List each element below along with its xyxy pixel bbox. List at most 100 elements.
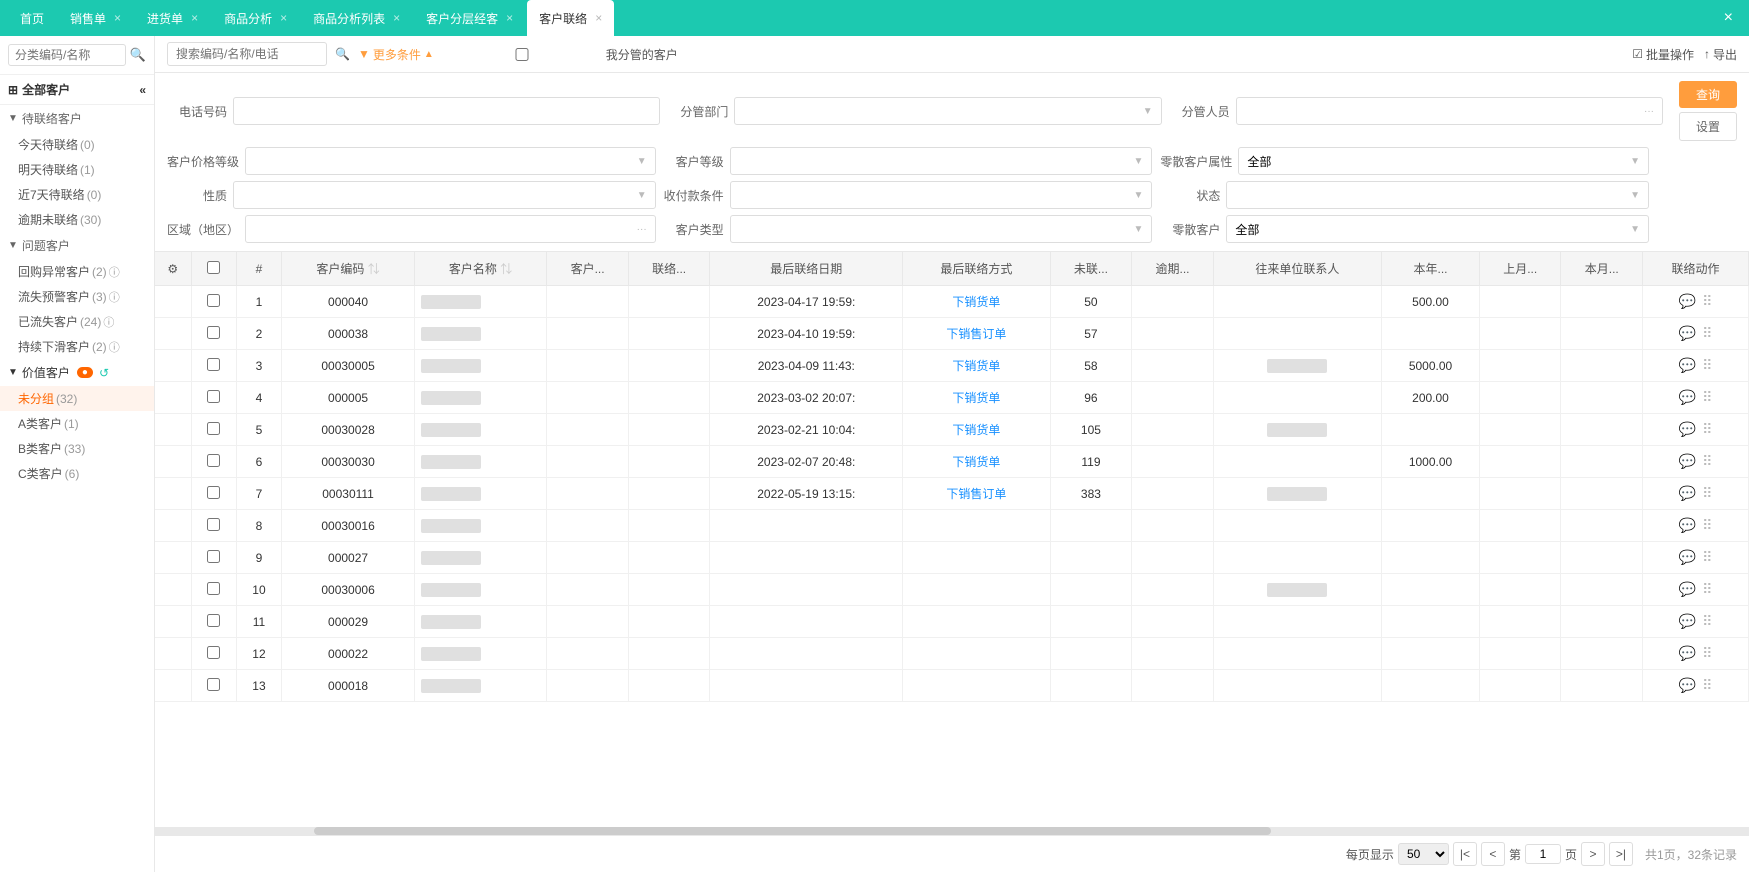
contact-type-link[interactable]: 下销售订单 (946, 327, 1006, 341)
payment-select[interactable]: ▼ (730, 181, 1153, 209)
row-last-contact-type[interactable]: 下销售订单 (903, 478, 1050, 510)
region-select[interactable]: ··· (245, 215, 656, 243)
contact-icon[interactable]: 💬 (1679, 485, 1696, 502)
close-analysis-list-tab[interactable]: × (393, 11, 400, 25)
row-checkbox[interactable] (191, 542, 236, 574)
more-icon[interactable]: ⠿ (1702, 613, 1712, 630)
row-last-contact-type[interactable] (903, 638, 1050, 670)
close-customer-contact-tab[interactable]: × (595, 11, 602, 25)
phone-input[interactable] (233, 97, 660, 125)
col-code[interactable]: 客户编码 ⇅ (282, 252, 415, 286)
sidebar-item-declining[interactable]: 持续下滑客户 (2) ⓘ (0, 334, 154, 359)
page-size-select[interactable]: 50 20 100 (1398, 843, 1449, 865)
row-checkbox[interactable] (191, 638, 236, 670)
sidebar-search-input[interactable] (8, 44, 126, 66)
row-checkbox[interactable] (191, 286, 236, 318)
more-icon[interactable]: ⠿ (1702, 453, 1712, 470)
sidebar-group-pending[interactable]: ▼ 待联络客户 (0, 105, 154, 132)
sidebar-group-problem[interactable]: ▼ 问题客户 (0, 232, 154, 259)
more-icon[interactable]: ⠿ (1702, 293, 1712, 310)
row-last-contact-type[interactable] (903, 606, 1050, 638)
contact-icon[interactable]: 💬 (1679, 421, 1696, 438)
row-last-contact-type[interactable] (903, 510, 1050, 542)
more-icon[interactable]: ⠿ (1702, 677, 1712, 694)
query-button[interactable]: 查询 (1679, 81, 1737, 108)
row-last-contact-type[interactable] (903, 670, 1050, 702)
row-select-checkbox[interactable] (207, 358, 220, 371)
row-checkbox[interactable] (191, 478, 236, 510)
row-checkbox[interactable] (191, 670, 236, 702)
row-select-checkbox[interactable] (207, 582, 220, 595)
next-page-btn[interactable]: > (1581, 842, 1605, 866)
sidebar-item-overdue-pending[interactable]: 逾期未联络 (30) (0, 207, 154, 232)
more-icon[interactable]: ⠿ (1702, 645, 1712, 662)
row-select-checkbox[interactable] (207, 646, 220, 659)
row-checkbox[interactable] (191, 574, 236, 606)
nav-tab-customer-segment[interactable]: 客户分层经客 × (414, 0, 525, 36)
more-icon[interactable]: ⠿ (1702, 389, 1712, 406)
row-select-checkbox[interactable] (207, 614, 220, 627)
nav-tab-analysis[interactable]: 商品分析 × (212, 0, 299, 36)
row-checkbox[interactable] (191, 350, 236, 382)
more-conditions-btn[interactable]: ▼ 更多条件 ▲ (358, 46, 434, 63)
row-select-checkbox[interactable] (207, 390, 220, 403)
row-select-checkbox[interactable] (207, 326, 220, 339)
status-select[interactable]: ▼ (1226, 181, 1649, 209)
contact-type-link[interactable]: 下销货单 (952, 391, 1000, 405)
row-select-checkbox[interactable] (207, 422, 220, 435)
row-select-checkbox[interactable] (207, 550, 220, 563)
contact-type-link[interactable]: 下销售订单 (946, 487, 1006, 501)
more-icon[interactable]: ⠿ (1702, 549, 1712, 566)
row-checkbox[interactable] (191, 414, 236, 446)
sidebar-item-abnormal[interactable]: 回购异常客户 (2) ⓘ (0, 259, 154, 284)
row-last-contact-type[interactable] (903, 542, 1050, 574)
grade-select[interactable]: ▼ (730, 147, 1153, 175)
contact-icon[interactable]: 💬 (1679, 357, 1696, 374)
contact-type-link[interactable]: 下销货单 (952, 423, 1000, 437)
settings-icon[interactable]: ⚙ (167, 262, 178, 276)
select-all-checkbox[interactable] (207, 261, 220, 274)
first-page-btn[interactable]: |< (1453, 842, 1477, 866)
col-checkbox[interactable] (191, 252, 236, 286)
sidebar-all-customers[interactable]: ⊞ 全部客户 « (0, 75, 154, 105)
manager-select[interactable]: ··· (1236, 97, 1663, 125)
more-icon[interactable]: ⠿ (1702, 485, 1712, 502)
more-icon[interactable]: ⠿ (1702, 517, 1712, 534)
row-checkbox[interactable] (191, 318, 236, 350)
sidebar-item-class-c[interactable]: C类客户 (6) (0, 461, 154, 486)
row-select-checkbox[interactable] (207, 678, 220, 691)
nav-tab-purchase[interactable]: 进货单 × (135, 0, 210, 36)
row-checkbox[interactable] (191, 606, 236, 638)
row-select-checkbox[interactable] (207, 518, 220, 531)
prev-page-btn[interactable]: < (1481, 842, 1505, 866)
contact-icon[interactable]: 💬 (1679, 613, 1696, 630)
col-settings[interactable]: ⚙ (155, 252, 191, 286)
page-number-input[interactable] (1525, 844, 1561, 864)
contact-type-link[interactable]: 下销货单 (952, 359, 1000, 373)
close-sales-tab[interactable]: × (114, 11, 121, 25)
nav-tab-customer-contact[interactable]: 客户联络 × (527, 0, 614, 36)
dept-select[interactable]: ▼ (734, 97, 1161, 125)
sidebar-search-icon[interactable]: 🔍 (130, 47, 146, 63)
more-icon[interactable]: ⠿ (1702, 357, 1712, 374)
contact-icon[interactable]: 💬 (1679, 549, 1696, 566)
nav-tab-sales[interactable]: 销售单 × (58, 0, 133, 36)
row-last-contact-type[interactable]: 下销货单 (903, 382, 1050, 414)
close-customer-segment-tab[interactable]: × (506, 11, 513, 25)
price-grade-select[interactable]: ▼ (245, 147, 656, 175)
customer-type-select[interactable]: ▼ (730, 215, 1153, 243)
contact-type-link[interactable]: 下销货单 (952, 455, 1000, 469)
retail-customer-select[interactable]: 全部▼ (1226, 215, 1649, 243)
more-icon[interactable]: ⠿ (1702, 421, 1712, 438)
window-close-icon[interactable]: × (1716, 9, 1741, 27)
nature-select[interactable]: ▼ (233, 181, 656, 209)
row-checkbox[interactable] (191, 382, 236, 414)
contact-icon[interactable]: 💬 (1679, 645, 1696, 662)
more-icon[interactable]: ⠿ (1702, 581, 1712, 598)
contact-icon[interactable]: 💬 (1679, 677, 1696, 694)
retail-attr-select[interactable]: 全部▼ (1238, 147, 1649, 175)
contact-icon[interactable]: 💬 (1679, 453, 1696, 470)
sidebar-group-value[interactable]: ▼ 价值客户 ● ↺ (0, 359, 154, 386)
close-purchase-tab[interactable]: × (191, 11, 198, 25)
sidebar-item-class-b[interactable]: B类客户 (33) (0, 436, 154, 461)
